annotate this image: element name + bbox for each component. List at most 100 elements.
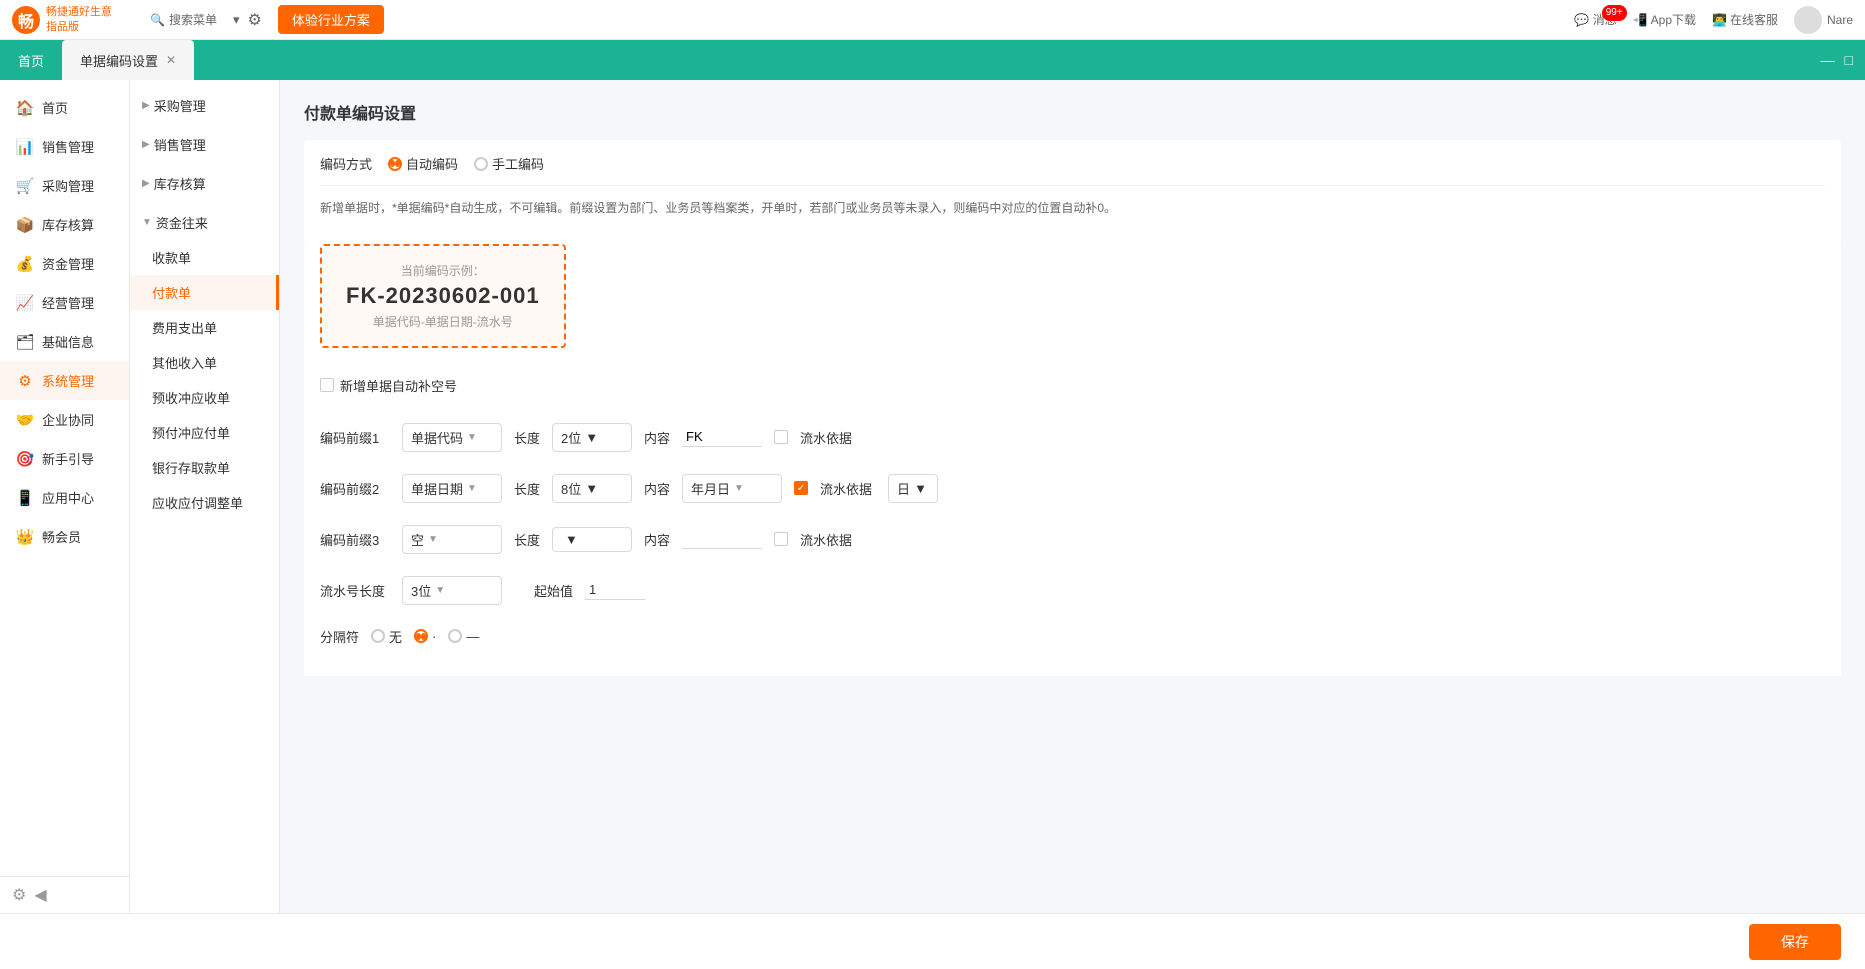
finance-icon: 💰 [16, 255, 34, 273]
sidebar-item-system[interactable]: ⚙ 系统管理 [0, 361, 129, 400]
sidebar-item-member[interactable]: 👑 畅会员 [0, 517, 129, 556]
sub-item-adjust[interactable]: 应收应付调整单 [130, 485, 279, 520]
sidebar-item-apps[interactable]: 📱 应用中心 [0, 478, 129, 517]
prefix3-content-input[interactable] [682, 529, 762, 549]
serial-length-select[interactable]: 3位 ▼ [402, 576, 502, 605]
app-download-icon: 📲 [1633, 13, 1648, 27]
sub-group-capital-title[interactable]: ▼ 资金往来 [130, 205, 279, 240]
auto-fill-checkbox[interactable] [320, 378, 334, 392]
sidebar-item-finance[interactable]: 💰 资金管理 [0, 244, 129, 283]
prefix2-serial-checkbox[interactable]: ✓ [794, 481, 808, 495]
sub-item-other-income[interactable]: 其他收入单 [130, 345, 279, 380]
sub-item-receipt[interactable]: 收款单 [130, 240, 279, 275]
minimize-button[interactable]: — [1821, 52, 1835, 68]
settings-button[interactable]: ⚙ [248, 10, 262, 30]
start-value-input[interactable] [585, 580, 645, 600]
sidebar: 🏠 首页 📊 销售管理 🛒 采购管理 📦 库存核算 💰 资金管理 📈 经 [0, 80, 130, 913]
search-menu-button[interactable]: 🔍 搜索菜单 [150, 11, 217, 28]
prefix2-content-select[interactable]: 年月日 ▼ [682, 474, 782, 503]
prefix1-content-label: 内容 [644, 428, 670, 447]
user-info[interactable]: Nare [1794, 6, 1853, 34]
sub-group-purchase-title[interactable]: ▶ 采购管理 [130, 88, 279, 123]
tab-bar: 首页 单据编码设置 ✕ — □ [0, 40, 1865, 80]
sub-item-payment[interactable]: 付款单 [130, 275, 279, 310]
page-title: 付款单编码设置 [304, 100, 1841, 124]
nav-dropdown-button[interactable]: ▾ [233, 12, 240, 28]
sub-group-inventory-title[interactable]: ▶ 库存核算 [130, 166, 279, 201]
sidebar-nav: 🏠 首页 📊 销售管理 🛒 采购管理 📦 库存核算 💰 资金管理 📈 经 [0, 80, 129, 876]
prefix2-length-select[interactable]: 8位 ▼ [552, 474, 632, 503]
system-icon: ⚙ [16, 372, 34, 390]
chevron-right-icon-inventory: ▶ [142, 178, 150, 189]
basic-icon: 🗂 [16, 333, 34, 351]
sub-group-purchase: ▶ 采购管理 [130, 88, 279, 123]
prefix1-content-input[interactable] [682, 427, 762, 447]
sub-item-bank[interactable]: 银行存取款单 [130, 450, 279, 485]
sub-item-advance-payable[interactable]: 预付冲应付单 [130, 415, 279, 450]
save-button[interactable]: 保存 [1749, 924, 1841, 960]
tab-close-button[interactable]: ✕ [166, 53, 176, 67]
auto-encode-circle [388, 157, 402, 171]
chevron-down-icon-p2c: ▼ [734, 483, 744, 494]
prefix1-length-select[interactable]: 2位 ▼ [552, 423, 632, 452]
message-icon: 💬 [1574, 13, 1589, 27]
message-button[interactable]: 💬 消息 99+ [1574, 11, 1616, 28]
prefix3-serial-checkbox[interactable] [774, 532, 788, 546]
manual-encode-radio[interactable]: 手工编码 [474, 154, 544, 173]
maximize-button[interactable]: □ [1845, 52, 1853, 68]
preview-label: 当前编码示例： [401, 262, 485, 279]
service-button[interactable]: 👨‍💻 在线客服 [1712, 11, 1778, 28]
app-download-button[interactable]: 📲 App下载 [1633, 11, 1696, 28]
separator-dot-radio[interactable]: · [414, 629, 436, 644]
separator-dash-radio[interactable]: — [448, 629, 479, 644]
logo-icon: 畅 [12, 6, 40, 34]
chevron-down-icon-p3: ▼ [428, 534, 438, 545]
chevron-down-icon-capital: ▼ [142, 217, 152, 228]
sep-dash-circle [448, 629, 462, 643]
guide-icon: 🎯 [16, 450, 34, 468]
sidebar-item-sales[interactable]: 📊 销售管理 [0, 127, 129, 166]
sidebar-item-home[interactable]: 🏠 首页 [0, 88, 129, 127]
chevron-down-icon-p2: ▼ [467, 483, 477, 494]
tab-home[interactable]: 首页 [0, 40, 62, 80]
preview-code: FK-20230602-001 [346, 283, 540, 309]
prefix3-content-label: 内容 [644, 530, 670, 549]
prefix1-serial-checkbox[interactable] [774, 430, 788, 444]
auto-fill-label: 新增单据自动补空号 [340, 376, 457, 395]
trial-button[interactable]: 体验行业方案 [278, 5, 384, 34]
sidebar-collapse-icon[interactable]: ◀ [34, 885, 46, 905]
separator-row: 分隔符 无 · — [320, 627, 1825, 646]
sidebar-item-operation[interactable]: 📈 经营管理 [0, 283, 129, 322]
sub-item-prepay-receivable[interactable]: 预收冲应收单 [130, 380, 279, 415]
sub-group-sales-title[interactable]: ▶ 销售管理 [130, 127, 279, 162]
message-badge: 99+ [1602, 5, 1627, 21]
operation-icon: 📈 [16, 294, 34, 312]
separator-options: 无 · — [371, 627, 479, 646]
tab-right-actions: — □ [1821, 52, 1865, 68]
prefix3-serial-label: 流水依据 [800, 530, 852, 549]
sub-group-sales: ▶ 销售管理 [130, 127, 279, 162]
prefix3-length-select[interactable]: ▼ [552, 527, 632, 552]
sidebar-item-enterprise[interactable]: 🤝 企业协同 [0, 400, 129, 439]
top-bar: 畅 畅捷通好生意 指品版 🔍 搜索菜单 ▾ ⚙ 体验行业方案 💬 消息 99+ … [0, 0, 1865, 40]
separator-none-radio[interactable]: 无 [371, 627, 402, 646]
prefix1-select[interactable]: 单据代码 ▼ [402, 423, 502, 452]
sidebar-item-purchase[interactable]: 🛒 采购管理 [0, 166, 129, 205]
sub-group-inventory: ▶ 库存核算 [130, 166, 279, 201]
chevron-down-icon-serial: ▼ [435, 585, 445, 596]
preview-desc: 单据代码-单据日期-流水号 [373, 313, 513, 330]
auto-encode-radio[interactable]: 自动编码 [388, 154, 458, 173]
sidebar-settings-icon[interactable]: ⚙ [12, 885, 26, 905]
serial-row: 流水号长度 3位 ▼ 起始值 [320, 576, 1825, 605]
prefix2-day-select[interactable]: 日 ▼ [888, 474, 938, 503]
sidebar-item-basic[interactable]: 🗂 基础信息 [0, 322, 129, 361]
sidebar-bottom: ⚙ ◀ [0, 876, 129, 913]
prefix2-select[interactable]: 单据日期 ▼ [402, 474, 502, 503]
sub-item-expense[interactable]: 费用支出单 [130, 310, 279, 345]
tab-encode-settings[interactable]: 单据编码设置 ✕ [62, 40, 194, 80]
sidebar-item-guide[interactable]: 🎯 新手引导 [0, 439, 129, 478]
start-value-label: 起始值 [534, 581, 573, 600]
sidebar-item-inventory[interactable]: 📦 库存核算 [0, 205, 129, 244]
prefix3-select[interactable]: 空 ▼ [402, 525, 502, 554]
manual-encode-circle [474, 157, 488, 171]
